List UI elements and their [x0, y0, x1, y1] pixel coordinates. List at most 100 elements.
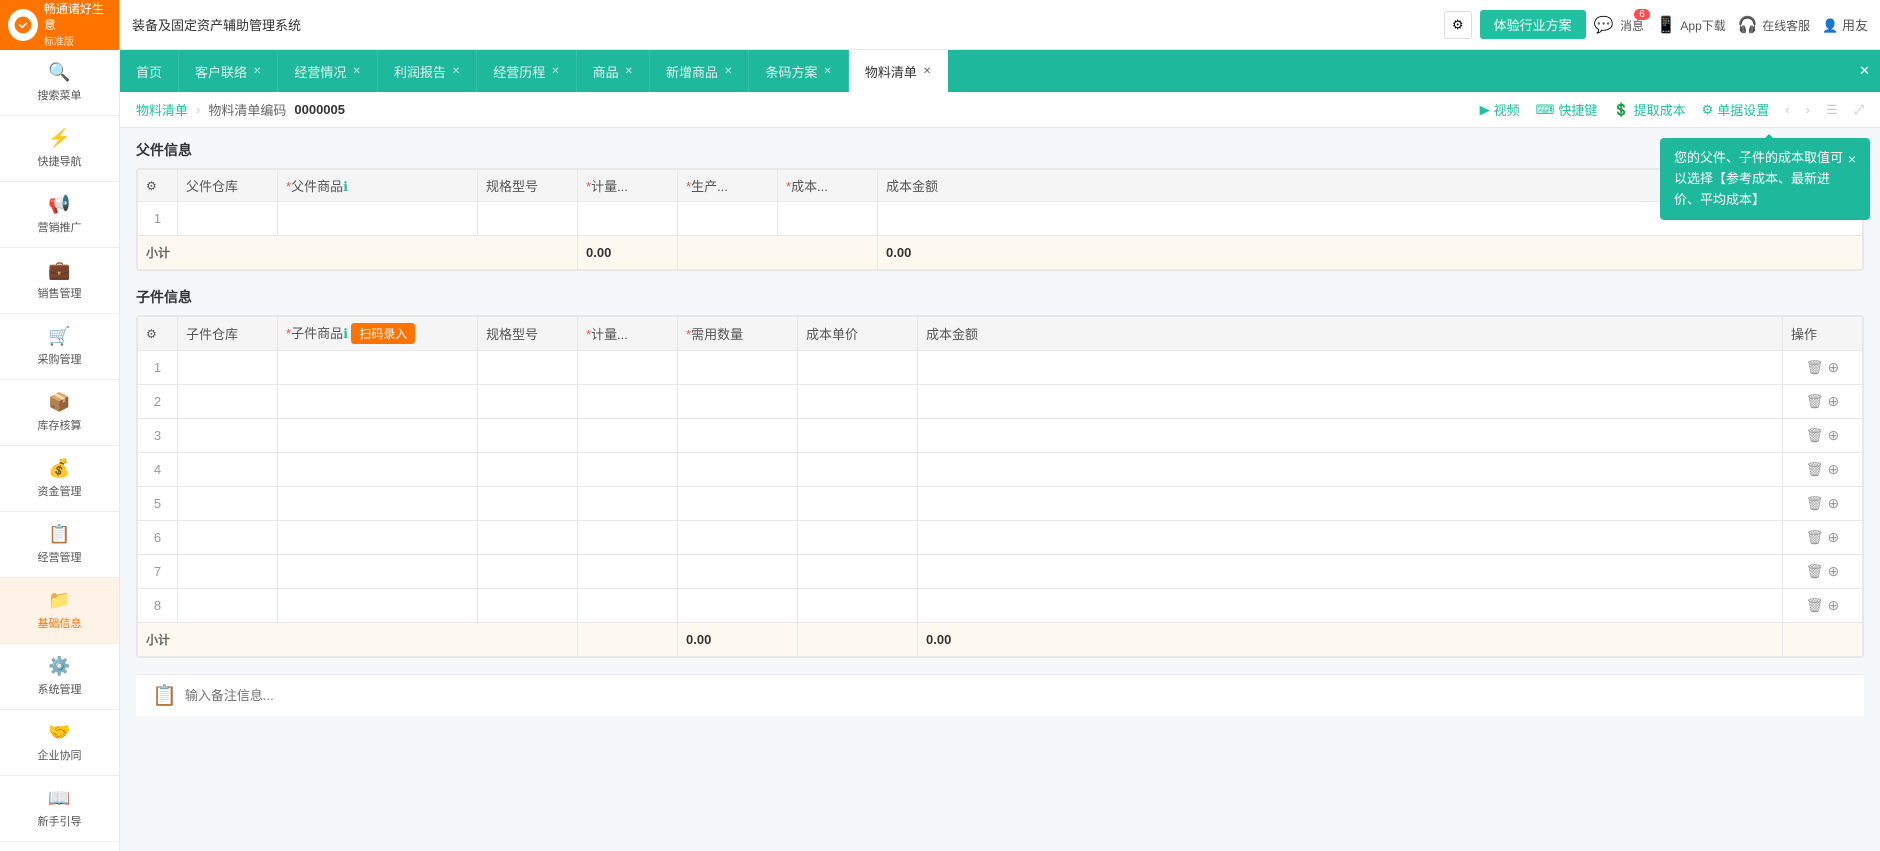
child-row-7-unit-cost[interactable] [798, 555, 918, 589]
tab-goods[interactable]: 商品 ✕ [577, 50, 650, 92]
child-row-1-qty[interactable] [678, 351, 798, 385]
delete-icon-1[interactable]: 🗑 [1806, 359, 1824, 376]
child-row-8-product[interactable] [278, 589, 478, 623]
shortcut-btn[interactable]: ⌨ 快捷键 [1536, 100, 1598, 119]
parent-row-1-spec[interactable] [478, 202, 578, 236]
parent-row-1-prod[interactable] [678, 202, 778, 236]
child-row-1-warehouse[interactable] [178, 351, 278, 385]
parent-row-1-unit[interactable] [578, 202, 678, 236]
copy-icon-8[interactable]: ⊕ [1828, 597, 1840, 614]
sidebar-item-system[interactable]: ⚙️ 系统管理 [0, 644, 119, 710]
sidebar-item-search[interactable]: 🔍 搜索菜单 [0, 50, 119, 116]
child-row-3-unit-cost[interactable] [798, 419, 918, 453]
breadcrumb-link[interactable]: 物料清单 [136, 100, 188, 119]
child-row-5-product[interactable] [278, 487, 478, 521]
child-row-5-qty[interactable] [678, 487, 798, 521]
child-row-2-product[interactable] [278, 385, 478, 419]
delete-icon-4[interactable]: 🗑 [1806, 461, 1824, 478]
sidebar-item-operations[interactable]: 📋 经营管理 [0, 512, 119, 578]
close-all-tabs[interactable]: ✕ [1849, 63, 1880, 79]
child-row-1-product[interactable] [278, 351, 478, 385]
settings-btn[interactable]: ⚙ [1444, 11, 1472, 39]
child-row-3-unit[interactable] [578, 419, 678, 453]
child-row-5-cost-total[interactable] [918, 487, 1783, 521]
delete-icon-6[interactable]: 🗑 [1806, 529, 1824, 546]
child-row-4-spec[interactable] [478, 453, 578, 487]
child-row-8-cost-total[interactable] [918, 589, 1783, 623]
sidebar-item-sales[interactable]: 💼 销售管理 [0, 248, 119, 314]
delete-icon-3[interactable]: 🗑 [1806, 427, 1824, 444]
trial-btn[interactable]: 体验行业方案 [1480, 10, 1586, 39]
online-support-btn[interactable]: 🎧 在线客服 [1738, 15, 1810, 35]
delete-icon-7[interactable]: 🗑 [1806, 563, 1824, 580]
delete-icon-5[interactable]: 🗑 [1806, 495, 1824, 512]
parent-row-1-warehouse[interactable] [178, 202, 278, 236]
child-row-3-product[interactable] [278, 419, 478, 453]
sidebar-item-guide[interactable]: 📖 新手引导 [0, 776, 119, 842]
child-row-2-qty[interactable] [678, 385, 798, 419]
child-row-7-cost-total[interactable] [918, 555, 1783, 589]
tab-profit[interactable]: 利润报告 ✕ [378, 50, 477, 92]
memo-input[interactable] [185, 688, 1848, 703]
tab-operations-close[interactable]: ✕ [352, 66, 360, 77]
child-row-5-spec[interactable] [478, 487, 578, 521]
view-btn[interactable]: ▶ 视频 [1480, 100, 1520, 119]
child-row-8-spec[interactable] [478, 589, 578, 623]
app-download-btn[interactable]: 📱 App下载 [1656, 15, 1726, 35]
copy-icon-3[interactable]: ⊕ [1828, 427, 1840, 444]
tab-bom-close[interactable]: ✕ [923, 66, 931, 77]
tab-history[interactable]: 经营历程 ✕ [477, 50, 576, 92]
sidebar-item-inventory[interactable]: 📦 库存核算 [0, 380, 119, 446]
tab-profit-close[interactable]: ✕ [452, 66, 460, 77]
child-row-6-warehouse[interactable] [178, 521, 278, 555]
tab-barcode-close[interactable]: ✕ [823, 66, 831, 77]
user-menu[interactable]: 👤 用友 [1822, 15, 1868, 34]
child-row-4-qty[interactable] [678, 453, 798, 487]
delete-icon-8[interactable]: 🗑 [1806, 597, 1824, 614]
sidebar-item-quick-nav[interactable]: ⚡ 快捷导航 [0, 116, 119, 182]
sidebar-item-finance[interactable]: 💰 资金管理 [0, 446, 119, 512]
copy-icon-1[interactable]: ⊕ [1828, 359, 1840, 376]
child-row-2-cost-total[interactable] [918, 385, 1783, 419]
copy-icon-6[interactable]: ⊕ [1828, 529, 1840, 546]
child-row-8-unit[interactable] [578, 589, 678, 623]
sidebar-item-enterprise[interactable]: 🤝 企业协同 [0, 710, 119, 776]
child-row-3-qty[interactable] [678, 419, 798, 453]
parent-row-1-cost[interactable] [778, 202, 878, 236]
parent-row-1-product[interactable] [278, 202, 478, 236]
tab-history-close[interactable]: ✕ [551, 66, 559, 77]
message-btn[interactable]: 💬 6 消息 [1594, 15, 1644, 35]
copy-icon-7[interactable]: ⊕ [1828, 563, 1840, 580]
child-row-6-qty[interactable] [678, 521, 798, 555]
nav-expand[interactable]: ⤢ [1854, 102, 1864, 118]
child-row-4-unit[interactable] [578, 453, 678, 487]
child-row-1-spec[interactable] [478, 351, 578, 385]
child-row-3-warehouse[interactable] [178, 419, 278, 453]
child-row-8-qty[interactable] [678, 589, 798, 623]
child-row-3-cost-total[interactable] [918, 419, 1783, 453]
child-row-4-product[interactable] [278, 453, 478, 487]
child-row-7-unit[interactable] [578, 555, 678, 589]
child-row-8-unit-cost[interactable] [798, 589, 918, 623]
nav-next[interactable]: › [1806, 102, 1810, 117]
child-row-5-unit[interactable] [578, 487, 678, 521]
scan-btn[interactable]: 扫码录入 [351, 323, 415, 344]
tab-home[interactable]: 首页 [120, 50, 179, 92]
tab-barcode[interactable]: 条码方案 ✕ [749, 50, 848, 92]
tab-bom[interactable]: 物料清单 ✕ [849, 50, 948, 92]
child-row-4-warehouse[interactable] [178, 453, 278, 487]
child-row-7-qty[interactable] [678, 555, 798, 589]
child-row-2-unit[interactable] [578, 385, 678, 419]
child-row-5-unit-cost[interactable] [798, 487, 918, 521]
tab-customers-close[interactable]: ✕ [253, 66, 261, 77]
child-row-3-spec[interactable] [478, 419, 578, 453]
sidebar-item-purchase[interactable]: 🛒 采购管理 [0, 314, 119, 380]
child-row-1-unit[interactable] [578, 351, 678, 385]
extract-cost-btn[interactable]: 💲 提取成本 [1613, 100, 1685, 119]
child-row-7-warehouse[interactable] [178, 555, 278, 589]
child-row-6-cost-total[interactable] [918, 521, 1783, 555]
nav-prev[interactable]: ‹ [1785, 102, 1789, 117]
child-row-6-unit[interactable] [578, 521, 678, 555]
nav-menu[interactable]: ☰ [1826, 102, 1838, 118]
copy-icon-2[interactable]: ⊕ [1828, 393, 1840, 410]
